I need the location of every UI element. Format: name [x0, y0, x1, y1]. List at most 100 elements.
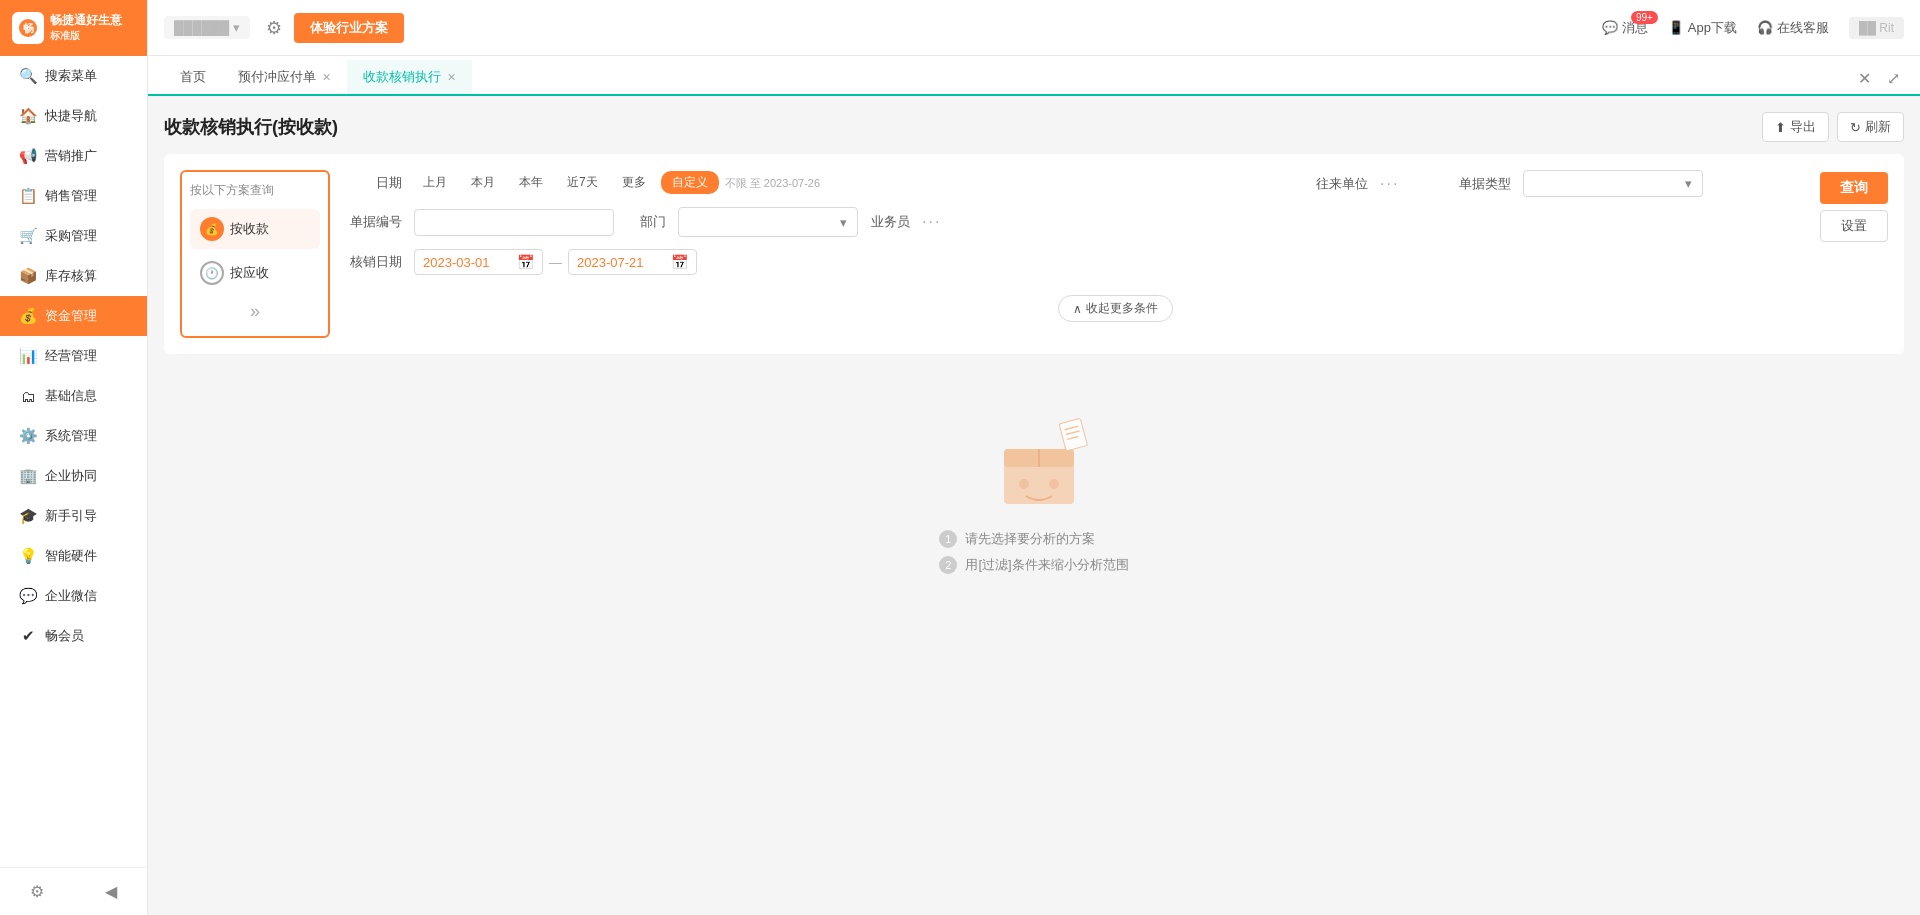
- tab-collect-close[interactable]: ✕: [447, 71, 456, 84]
- filter-scheme-panel: 按以下方案查询 💰 按收款 🕐 按应收 »: [180, 170, 330, 338]
- doctype-select[interactable]: ▾: [1523, 170, 1703, 197]
- sidebar-item-operation[interactable]: 📊 经营管理: [0, 336, 147, 376]
- date-label: 日期: [342, 174, 402, 192]
- sidebar-item-hardware[interactable]: 💡 智能硬件: [0, 536, 147, 576]
- counterpart-dots[interactable]: ···: [1380, 175, 1399, 193]
- phone-icon: 📱: [1668, 20, 1684, 35]
- dept-label: 部门: [626, 213, 666, 231]
- date-btn-7days[interactable]: 近7天: [558, 170, 607, 195]
- dept-select[interactable]: ▾: [678, 207, 858, 237]
- sidebar-label-guide: 新手引导: [45, 507, 97, 525]
- sidebar-item-marketing[interactable]: 📢 营销推广: [0, 136, 147, 176]
- system-icon: ⚙️: [19, 427, 37, 445]
- company-name: ██████: [174, 20, 229, 35]
- sidebar-item-system[interactable]: ⚙️ 系统管理: [0, 416, 147, 456]
- sidebar-item-collab[interactable]: 🏢 企业协同: [0, 456, 147, 496]
- sidebar-label-quick: 快捷导航: [45, 107, 97, 125]
- svg-point-6: [1049, 479, 1059, 489]
- sidebar-label-system: 系统管理: [45, 427, 97, 445]
- sidebar-item-quick[interactable]: 🏠 快捷导航: [0, 96, 147, 136]
- sidebar-item-member[interactable]: ✔ 畅会员: [0, 616, 147, 656]
- collapse-more-button[interactable]: ∧ 收起更多条件: [1058, 295, 1173, 322]
- sidebar-item-inventory[interactable]: 📦 库存核算: [0, 256, 147, 296]
- docno-label: 单据编号: [342, 213, 402, 231]
- purchase-icon: 🛒: [19, 227, 37, 245]
- sidebar-item-wechat[interactable]: 💬 企业微信: [0, 576, 147, 616]
- svg-text:畅: 畅: [23, 22, 34, 34]
- sidebar-item-search[interactable]: 🔍 搜索菜单: [0, 56, 147, 96]
- sidebar: 畅 畅捷通好生意 标准版 🔍 搜索菜单 🏠 快捷导航 📢 营销推广 📋 销售管理…: [0, 0, 148, 915]
- tab-collect[interactable]: 收款核销执行 ✕: [347, 60, 472, 96]
- topbar-right: 💬 消息 99+ 📱 App下载 🎧 在线客服 ██ Rit: [1602, 17, 1904, 39]
- sidebar-item-basic[interactable]: 🗂 基础信息: [0, 376, 147, 416]
- verify-date-start-input[interactable]: [423, 255, 513, 270]
- sidebar-label-operation: 经营管理: [45, 347, 97, 365]
- filter-row-verifydate: 核销日期 📅 — 📅: [342, 249, 1296, 275]
- filter-collapse-btn[interactable]: »: [190, 297, 320, 326]
- page-content: 收款核销执行(按收款) ⬆ 导出 ↻ 刷新 按以下方案查询 💰 按收款: [148, 96, 1920, 915]
- tab-expand-btn[interactable]: ⤢: [1883, 67, 1904, 90]
- salesman-dots[interactable]: ···: [922, 213, 941, 231]
- docno-input[interactable]: [414, 209, 614, 236]
- date-btn-more[interactable]: 更多: [613, 170, 655, 195]
- sidebar-label-basic: 基础信息: [45, 387, 97, 405]
- sidebar-item-sales[interactable]: 📋 销售管理: [0, 176, 147, 216]
- calendar-end-icon[interactable]: 📅: [671, 254, 688, 270]
- tab-prepay-close[interactable]: ✕: [322, 71, 331, 84]
- sidebar-label-search: 搜索菜单: [45, 67, 97, 85]
- megaphone-icon: 📢: [19, 147, 37, 165]
- calendar-start-icon[interactable]: 📅: [517, 254, 534, 270]
- verify-date-end-input[interactable]: [577, 255, 667, 270]
- sidebar-label-member: 畅会员: [45, 627, 84, 645]
- sidebar-collapse-btn[interactable]: ◀: [95, 876, 127, 907]
- page-actions: ⬆ 导出 ↻ 刷新: [1762, 112, 1904, 142]
- sidebar-item-purchase[interactable]: 🛒 采购管理: [0, 216, 147, 256]
- date-btn-thisyear[interactable]: 本年: [510, 170, 552, 195]
- app-download-item[interactable]: 📱 App下载: [1668, 19, 1737, 37]
- tab-home[interactable]: 首页: [164, 60, 222, 96]
- date-btn-thismonth[interactable]: 本月: [462, 170, 504, 195]
- message-item[interactable]: 💬 消息 99+: [1602, 19, 1648, 37]
- inventory-icon: 📦: [19, 267, 37, 285]
- tab-close-all-btn[interactable]: ✕: [1854, 67, 1875, 90]
- app-logo: 畅 畅捷通好生意 标准版: [0, 0, 147, 56]
- date-btn-lastmonth[interactable]: 上月: [414, 170, 456, 195]
- date-options-group: 上月 本月 本年 近7天 更多 自定义 不限 至 2023-07-26: [414, 170, 820, 195]
- online-service-item[interactable]: 🎧 在线客服: [1757, 19, 1829, 37]
- topbar-settings-icon[interactable]: ⚙: [266, 17, 282, 39]
- sales-icon: 📋: [19, 187, 37, 205]
- filter-area: 按以下方案查询 💰 按收款 🕐 按应收 »: [164, 154, 1904, 354]
- user-info[interactable]: ██ Rit: [1849, 17, 1904, 39]
- message-badge: 99+: [1631, 11, 1658, 24]
- collapse-more-icon: ∧: [1073, 302, 1082, 316]
- date-btn-custom[interactable]: 自定义: [661, 171, 719, 194]
- filter-option-receipt[interactable]: 💰 按收款: [190, 209, 320, 249]
- solution-button[interactable]: 体验行业方案: [294, 13, 404, 43]
- verify-date-label: 核销日期: [342, 253, 402, 271]
- export-button[interactable]: ⬆ 导出: [1762, 112, 1829, 142]
- company-selector[interactable]: ██████ ▾: [164, 16, 250, 39]
- verify-date-start-wrap: 📅: [414, 249, 543, 275]
- tab-prepay[interactable]: 预付冲应付单 ✕: [222, 60, 347, 96]
- sidebar-item-finance[interactable]: 💰 资金管理: [0, 296, 147, 336]
- empty-tip-2: 2 用[过滤]条件来缩小分析范围: [939, 556, 1128, 574]
- main-area: ██████ ▾ ⚙ 体验行业方案 💬 消息 99+ 📱 App下载 🎧 在线客…: [148, 0, 1920, 915]
- filter-form: 日期 上月 本月 本年 近7天 更多 自定义 不限 至 2023-07-26: [342, 170, 1888, 338]
- sidebar-settings-btn[interactable]: ⚙: [20, 876, 54, 907]
- date-limit: 不限 至 2023-07-26: [725, 176, 820, 191]
- collapse-more-row: ∧ 收起更多条件: [342, 295, 1888, 322]
- page-title: 收款核销执行(按收款): [164, 115, 338, 139]
- refresh-button[interactable]: ↻ 刷新: [1837, 112, 1904, 142]
- sidebar-label-hardware: 智能硬件: [45, 547, 97, 565]
- query-button[interactable]: 查询: [1820, 172, 1888, 204]
- filter-option-receivable-label: 按应收: [230, 264, 269, 282]
- tab-prepay-label: 预付冲应付单: [238, 68, 316, 86]
- svg-rect-7: [1059, 418, 1087, 451]
- export-icon: ⬆: [1775, 120, 1786, 135]
- receipt-icon: 💰: [200, 217, 224, 241]
- filter-option-receivable[interactable]: 🕐 按应收: [190, 253, 320, 293]
- filter-settings-button[interactable]: 设置: [1820, 210, 1888, 242]
- sidebar-item-guide[interactable]: 🎓 新手引导: [0, 496, 147, 536]
- home-icon: 🏠: [19, 107, 37, 125]
- collab-icon: 🏢: [19, 467, 37, 485]
